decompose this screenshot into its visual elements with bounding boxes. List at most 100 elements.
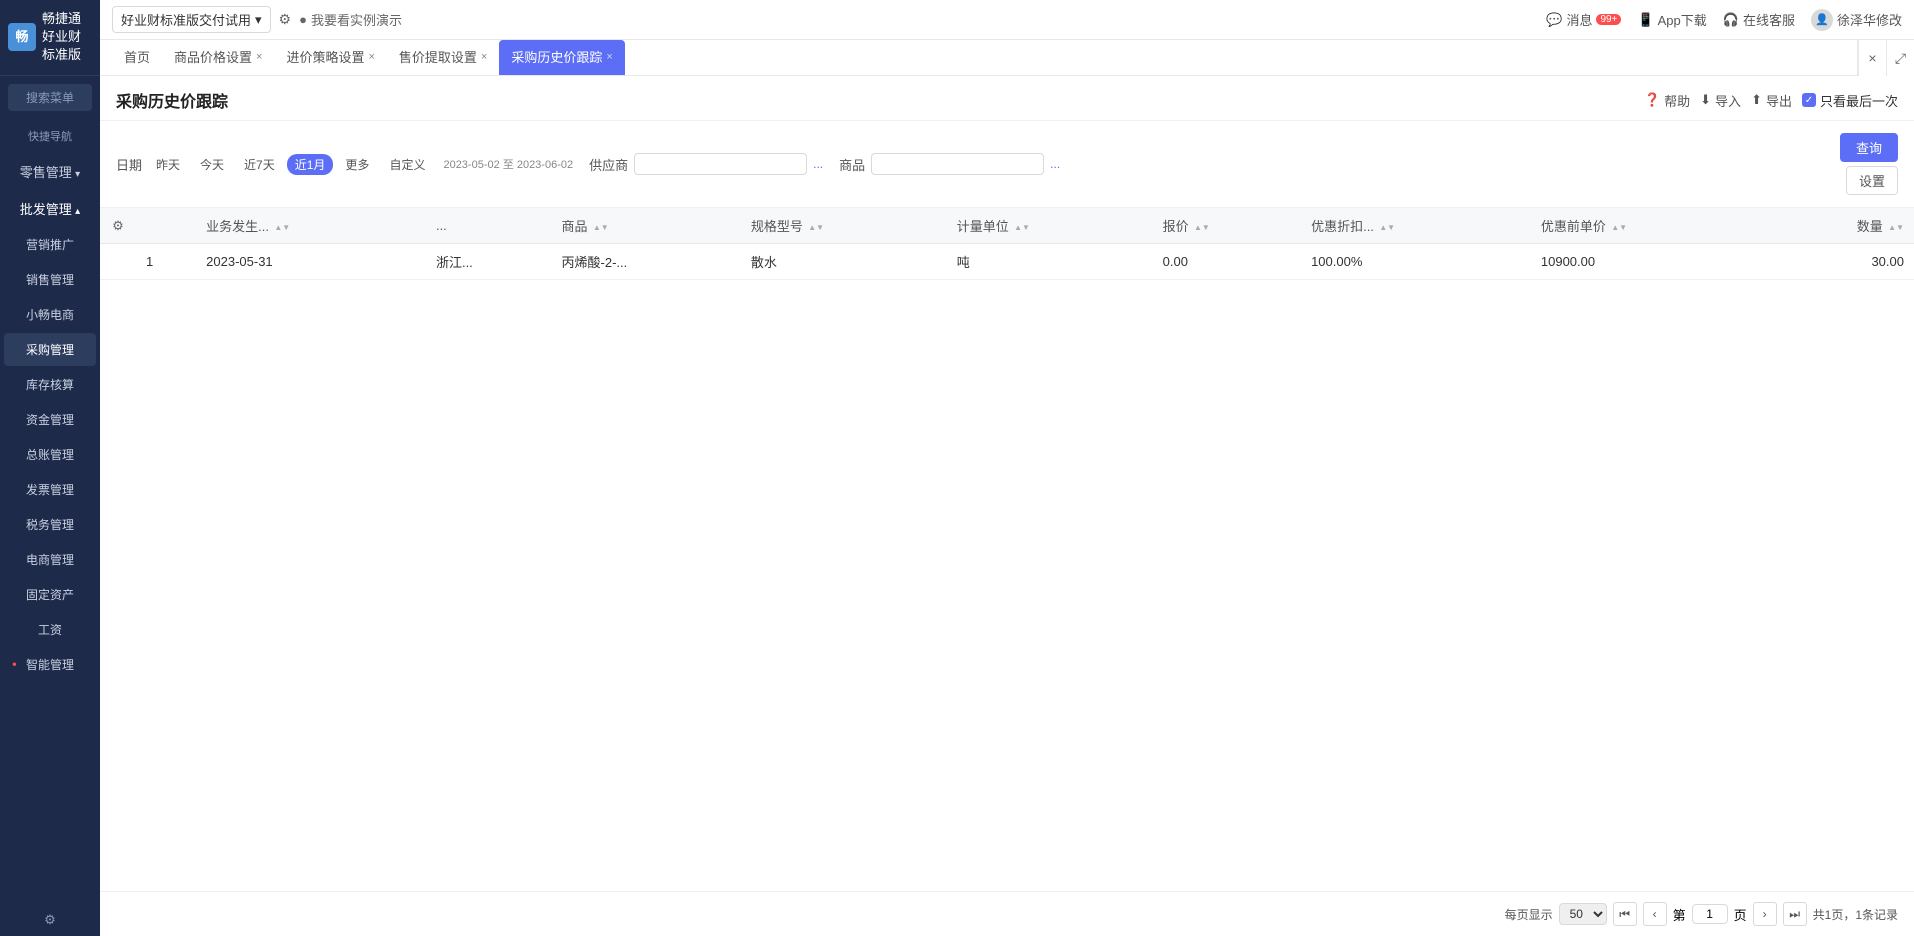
col-index	[136, 208, 196, 244]
sidebar-item-marketing[interactable]: 营销推广	[4, 228, 96, 261]
message-icon: 💬	[1546, 12, 1562, 28]
tab-price[interactable]: 商品价格设置 ×	[162, 40, 274, 75]
row-quantity: 30.00	[1765, 244, 1914, 280]
sidebar-item-retail[interactable]: 零售管理 ▾	[4, 154, 96, 189]
col-discount[interactable]: 优惠折扣... ▲▼	[1301, 208, 1531, 244]
prev-page-button[interactable]: ‹	[1643, 902, 1667, 926]
col-settings[interactable]: ⚙	[100, 208, 136, 244]
tab-history-price[interactable]: 采购历史价跟踪 ×	[499, 40, 624, 75]
sidebar-item-invoice[interactable]: 发票管理	[4, 473, 96, 506]
date-filter-group: 日期 昨天 今天 近7天 近1月 更多 自定义 2023-05-02 至 202…	[116, 154, 573, 175]
sidebar-item-salary[interactable]: 工资	[4, 613, 96, 646]
sidebar-item-ecommerce[interactable]: 电商管理	[4, 543, 96, 576]
user-info[interactable]: 👤 徐泽华修改	[1811, 9, 1902, 31]
page-header: 采购历史价跟踪 ❓ 帮助 ⬇ 导入 ⬆ 导出 ✓	[100, 76, 1914, 121]
date-filter-label: 日期	[116, 155, 142, 174]
tab-price-label: 商品价格设置	[174, 47, 252, 66]
page-input[interactable]	[1692, 904, 1728, 924]
headphone-icon: 🎧	[1723, 12, 1739, 28]
col-quote[interactable]: 报价 ▲▼	[1153, 208, 1301, 244]
sidebar-item-tax[interactable]: 税务管理	[4, 508, 96, 541]
last-page-button[interactable]: ⏭	[1783, 902, 1807, 926]
message-badge: 99+	[1596, 14, 1621, 25]
row-product: 丙烯酸-2-...	[552, 244, 741, 280]
close-icon[interactable]: ×	[368, 51, 374, 63]
page-label: 第	[1673, 905, 1686, 924]
sidebar-search[interactable]: 搜索菜单	[8, 84, 92, 111]
app-download-label: App下载	[1658, 10, 1707, 29]
export-button[interactable]: ⬆ 导出	[1751, 91, 1792, 110]
row-quote: 0.00	[1153, 244, 1301, 280]
sidebar-logo: 畅 畅捷通好业财 标准版	[0, 0, 100, 76]
date-option-7days[interactable]: 近7天	[236, 154, 283, 175]
col-quantity[interactable]: 数量 ▲▼	[1765, 208, 1914, 244]
topbar-settings-icon[interactable]: ⚙	[279, 11, 292, 28]
product-input[interactable]	[871, 153, 1044, 175]
sidebar-item-ecommerce-small[interactable]: 小畅电商	[4, 298, 96, 331]
only-last-checkbox[interactable]: ✓ 只看最后一次	[1802, 91, 1898, 110]
import-button[interactable]: ⬇ 导入	[1700, 91, 1741, 110]
sidebar-quick-nav: 快捷导航	[4, 120, 96, 152]
tab-home[interactable]: 首页	[112, 40, 162, 75]
message-action[interactable]: 💬 消息 99+	[1546, 10, 1621, 29]
chevron-down-icon: ▾	[255, 12, 262, 28]
date-option-today[interactable]: 今天	[192, 154, 232, 175]
product-more[interactable]: ...	[1050, 157, 1060, 171]
help-button[interactable]: ❓ 帮助	[1644, 91, 1690, 110]
export-icon: ⬆	[1751, 92, 1762, 108]
page-inner: 采购历史价跟踪 ❓ 帮助 ⬇ 导入 ⬆ 导出 ✓	[100, 76, 1914, 936]
sidebar-item-capital[interactable]: 资金管理	[4, 403, 96, 436]
date-option-yesterday[interactable]: 昨天	[148, 154, 188, 175]
supplier-input[interactable]	[634, 153, 807, 175]
row-settings[interactable]	[100, 244, 136, 280]
sidebar-item-sales[interactable]: 销售管理	[4, 263, 96, 296]
close-icon[interactable]: ×	[256, 51, 262, 63]
edition-selector[interactable]: 好业财标准版交付试用 ▾	[112, 6, 271, 33]
logo-line2: 标准版	[42, 46, 92, 64]
demo-link[interactable]: ● 我要看实例演示	[299, 10, 402, 29]
supplier-more[interactable]: ...	[813, 157, 823, 171]
first-page-button[interactable]: ⏮	[1613, 902, 1637, 926]
date-option-custom[interactable]: 自定义	[381, 154, 433, 175]
tab-sell-strategy[interactable]: 售价提取设置 ×	[387, 40, 499, 75]
pagination: 每页显示 50 ⏮ ‹ 第 页 › ⏭ 共1页，1条记录	[100, 891, 1914, 936]
demo-icon: ●	[299, 12, 307, 27]
query-button[interactable]: 查询	[1840, 133, 1898, 162]
col-product[interactable]: 商品 ▲▼	[552, 208, 741, 244]
main: 好业财标准版交付试用 ▾ ⚙ ● 我要看实例演示 💬 消息 99+ 📱 App下…	[100, 0, 1914, 936]
supplier-filter-label: 供应商	[589, 155, 628, 174]
row-discount: 100.00%	[1301, 244, 1531, 280]
col-more[interactable]: ...	[426, 208, 552, 244]
avatar: 👤	[1811, 9, 1833, 31]
page-total: 共1页，1条记录	[1813, 906, 1898, 923]
per-page-select[interactable]: 50	[1559, 903, 1607, 925]
demo-label: 我要看实例演示	[311, 10, 402, 29]
close-icon[interactable]: ×	[481, 51, 487, 63]
col-unit[interactable]: 计量单位 ▲▼	[947, 208, 1153, 244]
sidebar-item-purchase[interactable]: 采购管理	[4, 333, 96, 366]
sidebar-item-ledger[interactable]: 总账管理	[4, 438, 96, 471]
col-spec[interactable]: 规格型号 ▲▼	[741, 208, 947, 244]
window-close-button[interactable]: ×	[1858, 40, 1886, 76]
filter-settings-button[interactable]: 设置	[1846, 166, 1898, 195]
sidebar-item-inventory[interactable]: 库存核算	[4, 368, 96, 401]
sidebar-item-fixed-assets[interactable]: 固定资产	[4, 578, 96, 611]
online-service-action[interactable]: 🎧 在线客服	[1723, 10, 1795, 29]
sidebar-settings-icon[interactable]: ⚙	[0, 904, 100, 936]
app-download-action[interactable]: 📱 App下载	[1637, 10, 1706, 29]
edition-label: 好业财标准版交付试用	[121, 10, 251, 29]
sidebar-item-smart[interactable]: 智能管理	[4, 648, 96, 681]
date-option-1month[interactable]: 近1月	[287, 154, 334, 175]
next-page-button[interactable]: ›	[1753, 902, 1777, 926]
sort-icon: ▲▼	[1888, 224, 1904, 232]
col-pre-discount-price[interactable]: 优惠前单价 ▲▼	[1531, 208, 1766, 244]
date-option-more[interactable]: 更多	[337, 154, 377, 175]
tab-purchase-strategy[interactable]: 进价策略设置 ×	[274, 40, 386, 75]
tabs-container: 首页 商品价格设置 × 进价策略设置 × 售价提取设置 × 采购历史价跟踪 × …	[100, 40, 1914, 76]
product-filter-label: 商品	[839, 155, 865, 174]
sidebar-item-wholesale[interactable]: 批发管理 ▴	[4, 191, 96, 226]
app-icon: 📱	[1637, 12, 1653, 28]
col-biz-date[interactable]: 业务发生... ▲▼	[196, 208, 426, 244]
window-maximize-button[interactable]: ⤢	[1886, 40, 1914, 76]
close-icon[interactable]: ×	[606, 51, 612, 63]
